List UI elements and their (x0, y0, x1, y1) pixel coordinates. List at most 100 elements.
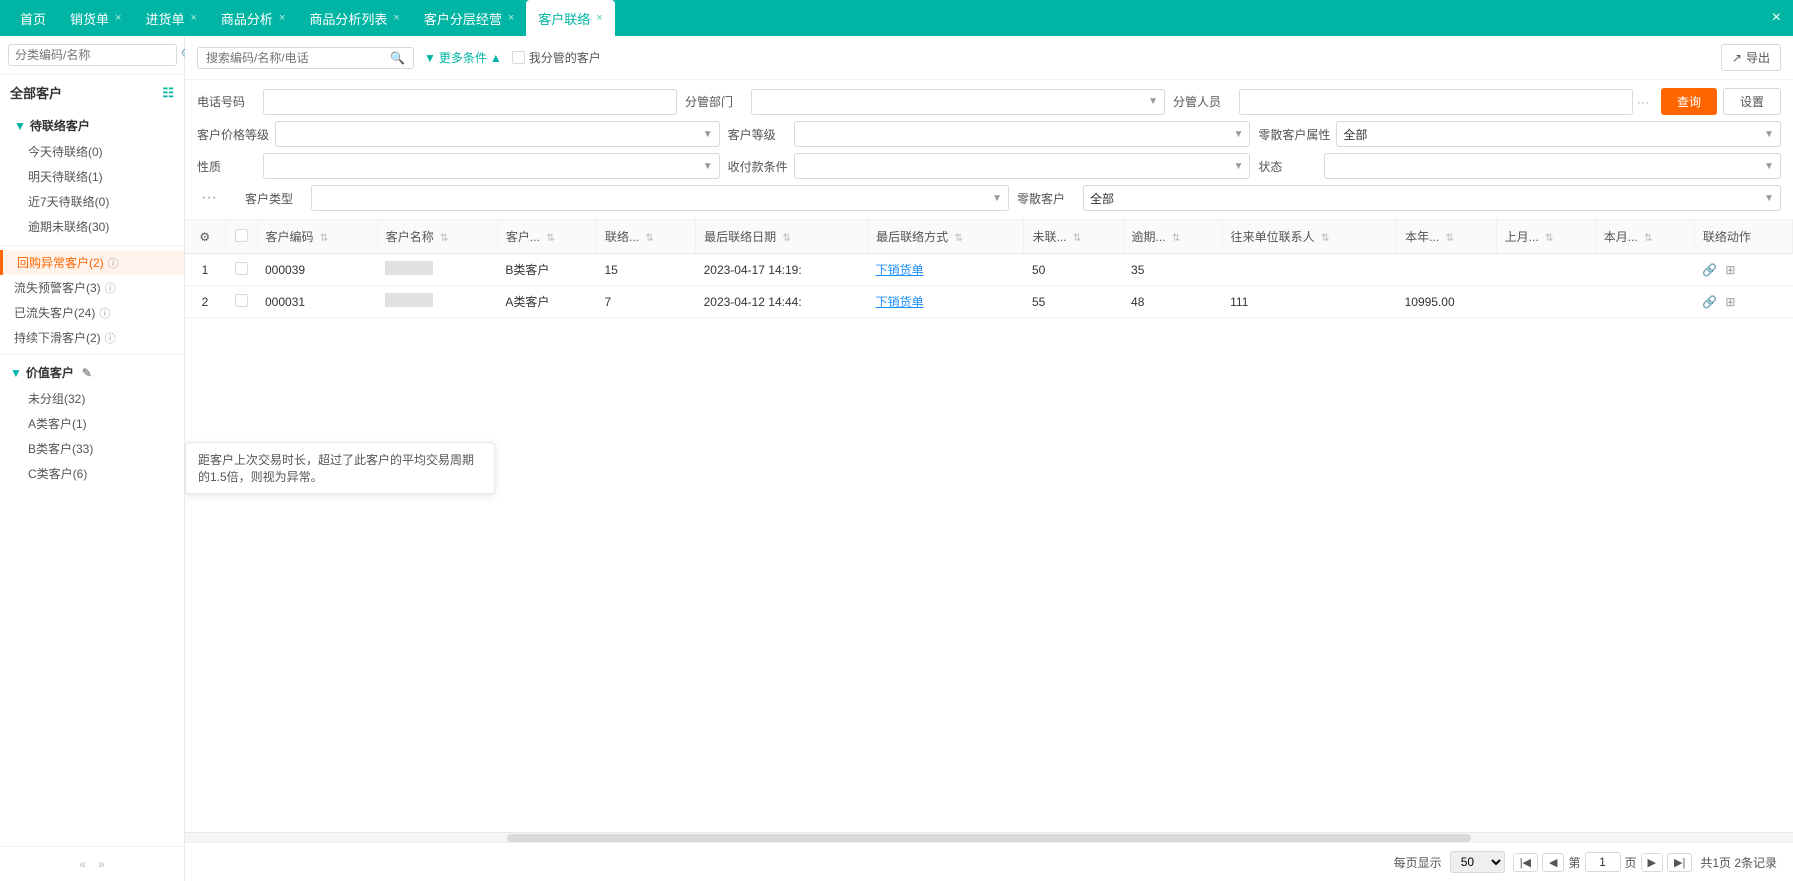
my-customers-checkbox[interactable] (512, 51, 525, 64)
filter-customer-type-select[interactable]: ▼ (311, 185, 1009, 211)
sidebar-pending-title[interactable]: ▼ 待联络客户 (0, 112, 184, 139)
sort-code-icon[interactable]: ⇅ (320, 233, 328, 244)
sidebar-all-customers[interactable]: 全部客户 ☷ (0, 75, 184, 110)
page-next-btn[interactable]: ▶ (1641, 853, 1663, 872)
row1-date: 2023-04-17 14:19: (696, 254, 868, 286)
page-first-btn[interactable]: |◀ (1513, 853, 1538, 872)
sidebar-item-class-b[interactable]: B类客户(33) (0, 436, 184, 461)
close-analysis-tab-icon[interactable]: × (279, 12, 285, 24)
sidebar-item-churned[interactable]: 已流失客户(24) ⓘ (0, 300, 184, 325)
col-contact-person: 往来单位联系人 ⇅ (1222, 220, 1396, 254)
filter-search-input[interactable] (206, 51, 386, 65)
filter-scattered-customer-select[interactable]: 全部 ▼ (1083, 185, 1781, 211)
tooltip-box: 距客户上次交易时长，超过了此客户的平均交易周期的1.5倍，则视为异常。 (185, 442, 495, 494)
sidebar-item-repurchase-abnormal[interactable]: 回购异常客户(2) ⓘ (0, 250, 184, 275)
sort-overdue-icon[interactable]: ⇅ (1172, 233, 1180, 244)
row2-method: 下销货单 (868, 286, 1024, 318)
sidebar-item-overdue[interactable]: 逾期未联络(30) (0, 214, 184, 239)
close-sales-tab-icon[interactable]: × (115, 12, 121, 24)
sidebar-item-ungrouped[interactable]: 未分组(32) (0, 386, 184, 411)
select-all-checkbox[interactable] (235, 229, 248, 242)
sidebar-item-7days[interactable]: 近7天待联络(0) (0, 189, 184, 214)
nav-tab-sales[interactable]: 销货单 × (58, 0, 133, 36)
filter-search-box: 🔍 (197, 47, 414, 69)
filter-ellipsis-btn[interactable]: ··· (197, 189, 221, 207)
filter-customer-grade-select[interactable]: ▼ (794, 121, 1251, 147)
row2-method-link[interactable]: 下销货单 (876, 295, 924, 309)
filter-search-icon[interactable]: 🔍 (390, 51, 405, 65)
sort-year-icon[interactable]: ⇅ (1445, 233, 1453, 244)
setting-button[interactable]: 设置 (1723, 88, 1781, 115)
nav-tab-home[interactable]: 首页 (8, 0, 58, 36)
row2-link-icon[interactable]: 🔗 (1702, 295, 1717, 309)
sidebar-edit-icon[interactable]: ✎ (82, 366, 92, 380)
filter-payment-select[interactable]: ▼ (794, 153, 1251, 179)
row2-name (377, 286, 497, 318)
more-filters-btn[interactable]: ▼ 更多条件 ▲ (424, 49, 502, 66)
filter-phone-input[interactable] (263, 89, 677, 115)
nav-tab-customer-contact[interactable]: 客户联络 × (526, 0, 614, 36)
nav-tab-analysis[interactable]: 商品分析 × (209, 0, 297, 36)
sidebar-search-area: 🔍 (0, 36, 184, 75)
sidebar-item-declining[interactable]: 持续下滑客户(2) ⓘ (0, 325, 184, 350)
sidebar-item-today[interactable]: 今天待联络(0) (0, 139, 184, 164)
settings-icon[interactable]: ⚙ (199, 230, 210, 244)
filter-price-grade-select[interactable]: ▼ (275, 121, 720, 147)
page-prev-btn[interactable]: ◀ (1542, 853, 1564, 872)
nav-tab-purchase[interactable]: 进货单 × (133, 0, 208, 36)
filter-nature-select[interactable]: ▼ (263, 153, 720, 179)
sidebar-divider-1 (0, 245, 184, 246)
row2-grid-icon[interactable]: ⊞ (1725, 295, 1735, 309)
sort-this-month-icon[interactable]: ⇅ (1644, 233, 1652, 244)
sidebar-collapse-icon[interactable]: « (79, 857, 86, 871)
current-page-input[interactable] (1585, 852, 1621, 872)
sidebar-value-arrow-icon: ▼ (10, 366, 22, 380)
row2-this-year: 10995.00 (1397, 286, 1497, 318)
close-customer-tier-tab-icon[interactable]: × (508, 12, 514, 24)
filter-manager-input[interactable] (1239, 89, 1633, 115)
filter-dept-select[interactable]: ▼ (751, 89, 1165, 115)
query-button[interactable]: 查询 (1661, 88, 1717, 115)
my-customers-checkbox-area[interactable]: 我分管的客户 (512, 49, 601, 66)
sort-method-icon[interactable]: ⇅ (954, 233, 962, 244)
row1-link-icon[interactable]: 🔗 (1702, 263, 1717, 277)
nav-tab-customer-tier[interactable]: 客户分层经营 × (412, 0, 526, 36)
sort-date-icon[interactable]: ⇅ (782, 233, 790, 244)
sidebar-search-input[interactable] (8, 44, 177, 66)
sidebar-item-churn-warning[interactable]: 流失预警客户(3) ⓘ (0, 275, 184, 300)
sidebar-value-group-title[interactable]: ▼ 价值客户 ✎ (0, 359, 184, 386)
filter-status-select[interactable]: ▼ (1324, 153, 1781, 179)
row1-grid-icon[interactable]: ⊞ (1725, 263, 1735, 277)
window-close-icon[interactable]: × (1772, 9, 1781, 27)
row2-date: 2023-04-12 14:44: (696, 286, 868, 318)
payment-arrow-icon: ▼ (1233, 161, 1243, 172)
sort-person-icon[interactable]: ⇅ (1321, 233, 1329, 244)
info-icon-declining: ⓘ (105, 330, 116, 346)
scroll-thumb[interactable] (507, 834, 1472, 842)
sidebar-item-class-c[interactable]: C类客户(6) (0, 461, 184, 486)
page-last-btn[interactable]: ▶| (1667, 853, 1692, 872)
row1-action: 🔗 ⊞ (1694, 254, 1792, 286)
sort-contact-num-icon[interactable]: ⇅ (645, 233, 653, 244)
export-button[interactable]: ↗ 导出 (1721, 44, 1781, 71)
sidebar-expand-icon[interactable]: » (98, 857, 105, 871)
sidebar-item-class-a[interactable]: A类客户(1) (0, 411, 184, 436)
nav-tab-analysis-list[interactable]: 商品分析列表 × (297, 0, 411, 36)
sidebar-item-tomorrow[interactable]: 明天待联络(1) (0, 164, 184, 189)
filter-customer-type-label: 客户类型 (245, 190, 305, 207)
filter-manager-dots[interactable]: ··· (1633, 95, 1653, 109)
horizontal-scrollbar[interactable] (185, 832, 1793, 842)
close-customer-contact-tab-icon[interactable]: × (596, 12, 602, 24)
sort-name-icon[interactable]: ⇅ (440, 233, 448, 244)
per-page-select[interactable]: 50 20 100 (1450, 851, 1505, 873)
row2-checkbox[interactable] (235, 294, 248, 307)
close-purchase-tab-icon[interactable]: × (190, 12, 196, 24)
sort-last-month-icon[interactable]: ⇅ (1545, 233, 1553, 244)
filter-scattered-attr-select[interactable]: 全部 ▼ (1336, 121, 1781, 147)
pagination: 每页显示 50 20 100 |◀ ◀ 第 页 ▶ ▶| 共1页 2条记录 (185, 842, 1793, 881)
row1-method-link[interactable]: 下销货单 (876, 263, 924, 277)
sort-type-icon[interactable]: ⇅ (546, 233, 554, 244)
sort-unlinked-icon[interactable]: ⇅ (1073, 233, 1081, 244)
close-analysis-list-tab-icon[interactable]: × (393, 12, 399, 24)
row1-checkbox[interactable] (235, 262, 248, 275)
